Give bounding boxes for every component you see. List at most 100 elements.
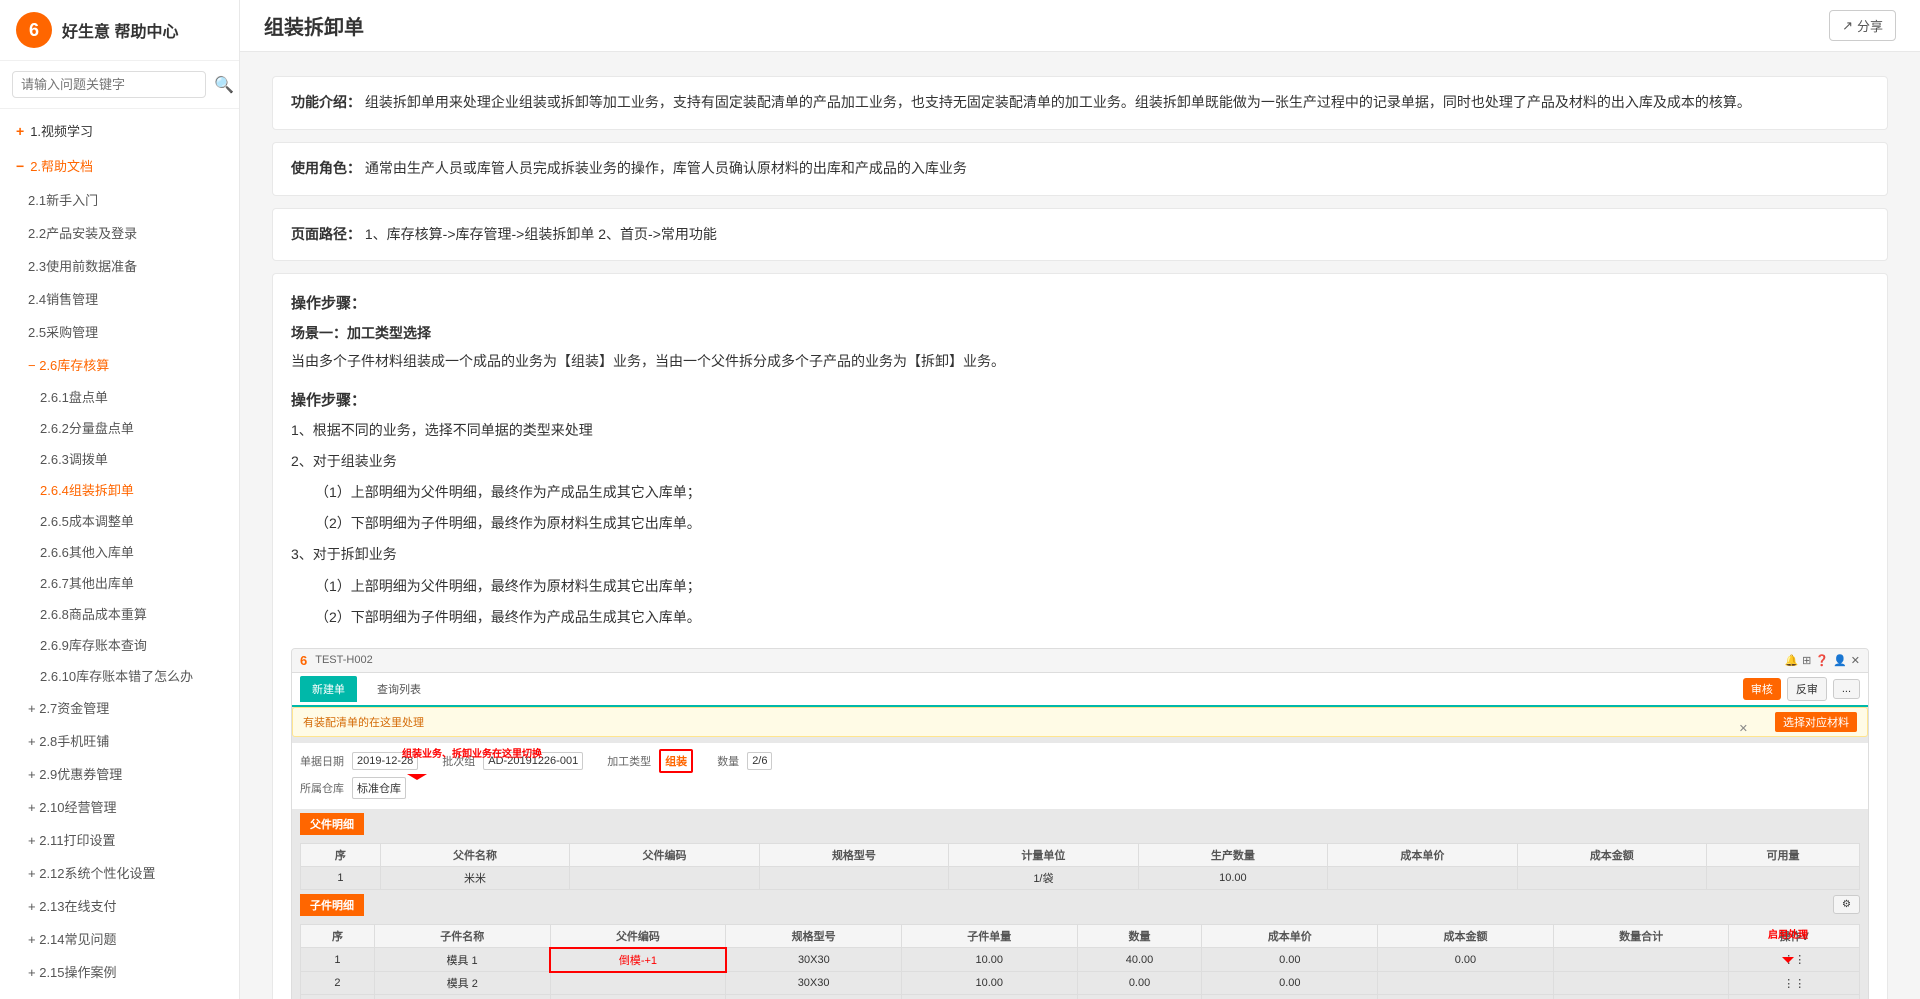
- mock-child-th-qty: 数量: [1077, 924, 1202, 948]
- mock-child-th-spec: 规格型号: [726, 924, 902, 948]
- role-label: 使用角色：: [291, 160, 361, 176]
- sidebar-item-s28[interactable]: + 2.8手机旺铺: [0, 724, 239, 757]
- step2-1: （1）上部明细为父件明细，最终作为产成品生成其它入库单；: [291, 480, 1869, 505]
- mock-warehouse-label: 所属仓库: [300, 780, 344, 796]
- mock-cancel-btn[interactable]: 反审: [1787, 677, 1827, 701]
- mock-icons: 🔔 ⊞ ❓ 👤 ✕: [1784, 654, 1860, 667]
- mock-child-td-cprice2: 0.00: [1202, 972, 1378, 995]
- step3-1: （1）上部明细为父件明细，最终作为原材料生成其它出库单；: [291, 574, 1869, 599]
- mock-more-btn[interactable]: ...: [1833, 679, 1860, 699]
- intro-block: 功能介绍： 组装拆卸单用来处理企业组装或拆卸等加工业务，支持有固定装配清单的产品…: [272, 76, 1888, 130]
- sidebar-item-s22[interactable]: 2.2产品安装及登录: [0, 216, 239, 249]
- mock-child-th-camount: 成本金额: [1378, 924, 1554, 948]
- mock-th-seq: 序: [301, 843, 381, 866]
- sidebar-item-s29[interactable]: + 2.9优惠券管理: [0, 757, 239, 790]
- share-icon: ↗: [1842, 18, 1853, 34]
- plus-icon6: +: [28, 833, 36, 848]
- mock-toolbar-actions: 审核 反审 ...: [1743, 673, 1860, 705]
- mock-child-td-name2: 模具 2: [374, 972, 550, 995]
- logo-icon: 6: [16, 12, 52, 48]
- mock-tab-list[interactable]: 查询列表: [365, 676, 433, 702]
- mock-logo: 6: [300, 653, 307, 668]
- plus-icon10: +: [28, 965, 36, 980]
- plus-icon2: +: [28, 701, 36, 716]
- intro-label: 功能介绍：: [291, 94, 361, 110]
- sidebar-item-s214[interactable]: + 2.14常见问题: [0, 922, 239, 955]
- mock-child-action-btn[interactable]: ⚙: [1833, 895, 1860, 914]
- plus-icon8: +: [28, 899, 36, 914]
- mock-tab-new[interactable]: 新建单: [300, 676, 357, 702]
- sidebar-item-s211[interactable]: + 2.11打印设置: [0, 823, 239, 856]
- search-button[interactable]: 🔍: [212, 73, 236, 97]
- sidebar-item-s263[interactable]: 2.6.3调拨单: [0, 443, 239, 474]
- sidebar-item-help-docs[interactable]: − 2.帮助文档: [0, 148, 239, 183]
- path-block: 页面路径： 1、库存核算->库存管理->组装拆卸单 2、首页->常用功能: [272, 208, 1888, 262]
- sidebar-item-s24[interactable]: 2.4销售管理: [0, 282, 239, 315]
- path-text: 1、库存核算->库存管理->组装拆卸单 2、首页->常用功能: [365, 226, 717, 242]
- sidebar-item-s21[interactable]: 2.1新手入门: [0, 183, 239, 216]
- app-name: 好生意 帮助中心: [62, 18, 178, 42]
- mock-approve-btn[interactable]: 审核: [1743, 678, 1781, 700]
- mock-child-td-cprice3: [1202, 995, 1378, 999]
- mock-icon-help: ❓: [1815, 654, 1829, 667]
- mock-date-value: 2019-12-28: [352, 752, 418, 770]
- mock-notice-bar: 有装配清单的在这里处理 选择对应材料 ✕: [292, 707, 1868, 737]
- plus-icon4: +: [28, 767, 36, 782]
- mock-child-table-header: 序 子件名称 父件编码 规格型号 子件单量 数量 成本单价 成本金额 数量合计: [301, 924, 1860, 948]
- sidebar-item-s262[interactable]: 2.6.2分量盘点单: [0, 412, 239, 443]
- sidebar-item-s210[interactable]: + 2.10经营管理: [0, 790, 239, 823]
- search-input[interactable]: [12, 71, 206, 98]
- mock-parent-td-seq: 1: [301, 866, 381, 889]
- mock-choose-btn[interactable]: 选择对应材料: [1775, 712, 1857, 732]
- sidebar-item-s27[interactable]: + 2.7资金管理: [0, 691, 239, 724]
- mock-child-th-cprice: 成本单价: [1202, 924, 1378, 948]
- mock-child-row2: 2 模具 2 30X30 10.00 0.00 0.00 ⋮⋮: [301, 972, 1860, 995]
- mock-child-td-cprice1: 0.00: [1202, 948, 1378, 972]
- sidebar-item-s267[interactable]: 2.6.7其他出库单: [0, 567, 239, 598]
- mock-number-label: 数量: [717, 753, 739, 769]
- main-area: 组装拆卸单 ↗ 分享 功能介绍： 组装拆卸单用来处理企业组装或拆卸等加工业务，支…: [240, 0, 1920, 999]
- mock-child-td-qty2: 0.00: [1077, 972, 1202, 995]
- steps-section: 操作步骤： 场景一：加工类型选择 当由多个子件材料组装成一个成品的业务为【组装】…: [272, 273, 1888, 999]
- plus-icon: +: [16, 123, 24, 139]
- mock-parent-td-camount: [1517, 866, 1706, 889]
- mock-child-td-unitqty2: 10.00: [901, 972, 1077, 995]
- screenshot-container: 6 TEST-H002 🔔 ⊞ ❓ 👤 ✕ 新建单 查询列表: [291, 648, 1869, 999]
- screenshot-mock: 6 TEST-H002 🔔 ⊞ ❓ 👤 ✕ 新建单 查询列表: [292, 649, 1868, 999]
- mock-child-th-name: 子件名称: [374, 924, 550, 948]
- sidebar-item-s266[interactable]: 2.6.6其他入库单: [0, 536, 239, 567]
- mock-child-section-row: 子件明细 ⚙: [292, 894, 1868, 916]
- sidebar-item-s25[interactable]: 2.5采购管理: [0, 315, 239, 348]
- sidebar-item-s23[interactable]: 2.3使用前数据准备: [0, 249, 239, 282]
- share-button[interactable]: ↗ 分享: [1829, 10, 1896, 41]
- mock-notice-text: 有装配清单的在这里处理: [303, 714, 424, 730]
- mock-th-qty: 生产数量: [1138, 843, 1327, 866]
- minus-icon: −: [16, 158, 24, 174]
- role-block: 使用角色： 通常由生产人员或库管人员完成拆装业务的操作，库管人员确认原材料的出库…: [272, 142, 1888, 196]
- sidebar-item-s212[interactable]: + 2.12系统个性化设置: [0, 856, 239, 889]
- sidebar-item-s264[interactable]: 2.6.4组装拆卸单: [0, 474, 239, 505]
- sidebar-item-s261[interactable]: 2.6.1盘点单: [0, 381, 239, 412]
- sidebar-item-video[interactable]: + 1.视频学习: [0, 113, 239, 148]
- mock-th-cost-amount: 成本金额: [1517, 843, 1706, 866]
- mock-th-spec: 规格型号: [759, 843, 948, 866]
- minus-icon-sub: −: [28, 358, 36, 373]
- sidebar-item-s26[interactable]: − 2.6库存核算: [0, 348, 239, 381]
- mock-th-cost-price: 成本单价: [1328, 843, 1517, 866]
- mock-date-label: 单据日期: [300, 753, 344, 769]
- plus-icon7: +: [28, 866, 36, 881]
- mock-notice-close[interactable]: ✕: [1739, 722, 1748, 735]
- mock-child-td-qty3: [1077, 995, 1202, 999]
- sidebar-item-s2610[interactable]: 2.6.10库存账本错了怎么办: [0, 660, 239, 691]
- mock-parent-td-avail: [1707, 866, 1860, 889]
- sidebar-item-s215[interactable]: + 2.15操作案例: [0, 955, 239, 988]
- step1: 1、根据不同的业务，选择不同单据的类型来处理: [291, 418, 1869, 443]
- mock-parent-section-label: 父件明细: [300, 813, 364, 835]
- sidebar-item-s268[interactable]: 2.6.8商品成本重算: [0, 598, 239, 629]
- sidebar-item-s213[interactable]: + 2.13在线支付: [0, 889, 239, 922]
- sidebar-item-s269[interactable]: 2.6.9库存账本查询: [0, 629, 239, 660]
- sidebar: 6 好生意 帮助中心 🔍 + 1.视频学习 − 2.帮助文档 2.1新手入门 2…: [0, 0, 240, 999]
- step3-2: （2）下部明细为子件明细，最终作为产成品生成其它入库单。: [291, 605, 1869, 630]
- mock-type-value[interactable]: 组装: [659, 749, 693, 773]
- sidebar-item-s265[interactable]: 2.6.5成本调整单: [0, 505, 239, 536]
